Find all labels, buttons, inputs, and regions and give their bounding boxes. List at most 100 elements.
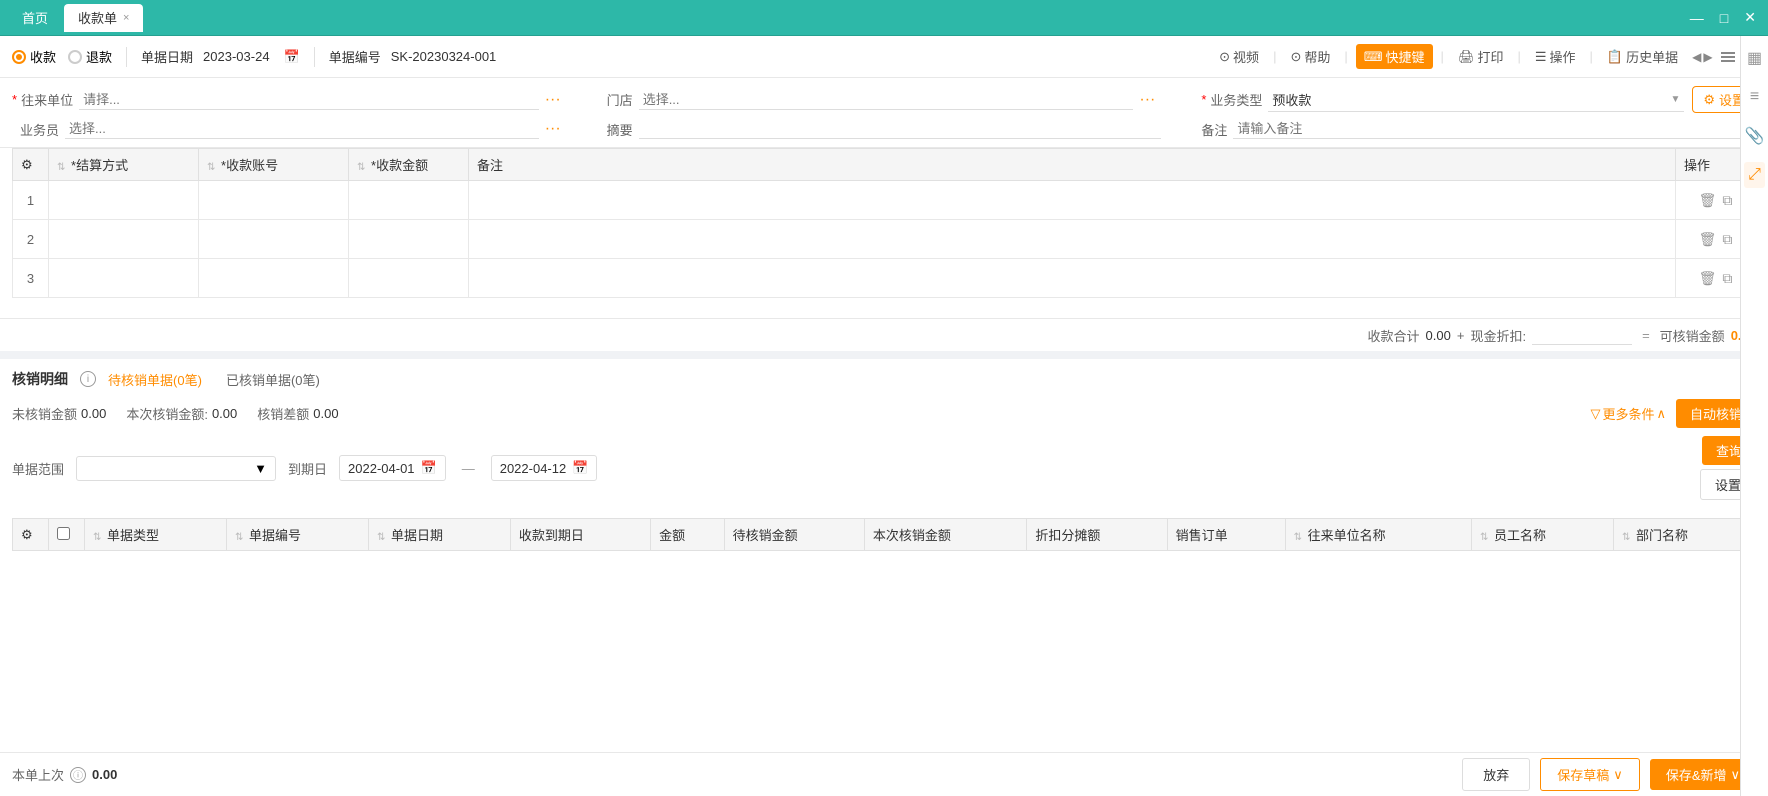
- close-button[interactable]: ✕: [1740, 9, 1760, 26]
- range-select[interactable]: ▼: [76, 456, 276, 481]
- stats-row: 未核销金额 0.00 本次核销金额: 0.00 核销差额 0.00 ▽ 更多条件…: [12, 399, 1756, 428]
- nav-prev[interactable]: ◀: [1692, 50, 1701, 64]
- footer: 本单上次 ⓘ 0.00 放弃 保存草稿 ∨ 保存&新增 ∨: [0, 752, 1768, 796]
- discount-input[interactable]: [1532, 325, 1632, 345]
- video-btn[interactable]: ⊙ 视频: [1213, 44, 1265, 69]
- footer-info-icon[interactable]: ⓘ: [70, 767, 86, 783]
- done-count: 0笔: [295, 373, 315, 388]
- print-btn[interactable]: 🖨 打印: [1452, 44, 1510, 69]
- toolbar-right: ⊙ 视频 | ⊙ 帮助 | ⌨ 快捷键 | 🖨 打印 | ☰ 操作: [1213, 44, 1756, 69]
- radio-receive-dot: [12, 50, 26, 64]
- history-btn[interactable]: 📋 历史单据: [1601, 44, 1684, 69]
- th-amount: 金额: [651, 519, 725, 551]
- toolbar: 收款 退款 单据日期 2023-03-24 📅 单据编号 SK-20230324…: [0, 36, 1768, 78]
- operation-btn[interactable]: ☰ 操作: [1529, 44, 1582, 69]
- maximize-button[interactable]: □: [1716, 10, 1732, 26]
- row-2-delete-icon[interactable]: 🗑: [1699, 231, 1717, 248]
- plus-sign: +: [1457, 328, 1465, 343]
- row-num-2: 2: [13, 220, 49, 259]
- save-draft-chevron: ∨: [1613, 767, 1623, 783]
- th-amount: ⇅ *收款金额: [349, 149, 469, 181]
- sort-partner-icon: ⇅: [1294, 532, 1302, 543]
- staff-input[interactable]: [65, 119, 539, 139]
- row-3-settle-input[interactable]: [49, 259, 198, 297]
- tab-home[interactable]: 首页: [8, 4, 62, 32]
- th-gear[interactable]: ⚙: [13, 149, 49, 181]
- radio-receive[interactable]: 收款: [12, 47, 56, 66]
- staff-more-btn[interactable]: ···: [539, 120, 567, 138]
- th-table-gear[interactable]: ⚙: [13, 519, 49, 551]
- tab-close-icon[interactable]: ×: [123, 12, 129, 24]
- row-1-delete-icon[interactable]: 🗑: [1699, 192, 1717, 209]
- pending-tab-link[interactable]: 待核销单据(0笔): [108, 370, 202, 389]
- sidebar-attach-icon[interactable]: 📎: [1741, 122, 1768, 150]
- store-input[interactable]: [639, 90, 1134, 110]
- diff-value: 0.00: [313, 406, 338, 421]
- summary-label: 摘要: [607, 120, 639, 139]
- row-3-account-input[interactable]: [199, 259, 348, 297]
- row-1-copy-icon[interactable]: ⧉: [1722, 192, 1732, 209]
- note-input[interactable]: [1233, 119, 1756, 139]
- history-label: 历史单据: [1626, 47, 1678, 66]
- row-2-copy-icon[interactable]: ⧉: [1722, 231, 1732, 248]
- save-new-label: 保存&新增: [1666, 765, 1727, 784]
- radio-refund-dot: [68, 50, 82, 64]
- row-3-amount: [349, 259, 469, 298]
- partner-field: * 往来单位 ···: [12, 90, 567, 110]
- row-3-copy-icon[interactable]: ⧉: [1722, 270, 1732, 287]
- row-2-account-input[interactable]: [199, 220, 348, 258]
- business-type-field: * 业务类型 预收款 ▼ ⚙ 设置: [1201, 86, 1756, 113]
- partner-more-btn[interactable]: ···: [539, 91, 567, 109]
- row-3-settle: [49, 259, 199, 298]
- shortcut-btn[interactable]: ⌨ 快捷键: [1356, 44, 1433, 69]
- sidebar-expand-icon[interactable]: ⤢: [1744, 162, 1765, 188]
- help-label: 帮助: [1304, 47, 1330, 66]
- chevron-down-icon: ▼: [1670, 94, 1680, 105]
- done-tab-link[interactable]: 已核销单据(0笔): [226, 370, 320, 389]
- number-label: 单据编号: [329, 47, 381, 66]
- date-to-field[interactable]: 2022-04-12 📅: [491, 455, 598, 481]
- help-btn[interactable]: ⊙ 帮助: [1284, 44, 1336, 69]
- sep4: |: [1517, 49, 1520, 64]
- row-3-note-input[interactable]: [469, 259, 1675, 297]
- row-2-settle-input[interactable]: [49, 220, 198, 258]
- row-1-settle-input[interactable]: [49, 181, 198, 219]
- row-3-delete-icon[interactable]: 🗑: [1699, 270, 1717, 287]
- save-draft-button[interactable]: 保存草稿 ∨: [1540, 758, 1640, 791]
- partner-input[interactable]: [79, 90, 539, 110]
- business-type-select[interactable]: 预收款 ▼: [1268, 88, 1684, 112]
- radio-refund[interactable]: 退款: [68, 47, 112, 66]
- summary-input[interactable]: [639, 119, 1162, 139]
- row-1-note: [469, 181, 1676, 220]
- date-from-field[interactable]: 2022-04-01 📅: [339, 455, 446, 481]
- row-1-amount-input[interactable]: [349, 181, 468, 219]
- tab-current[interactable]: 收款单 ×: [64, 4, 143, 32]
- row-1-account-input[interactable]: [199, 181, 348, 219]
- store-label: 门店: [607, 90, 639, 109]
- row-1-note-input[interactable]: [469, 181, 1675, 219]
- more-conditions-label: 更多条件: [1602, 404, 1654, 423]
- chevron-up-icon: ∧: [1656, 406, 1666, 422]
- nav-next[interactable]: ▶: [1703, 50, 1712, 64]
- table-section: ⚙ ⇅ *结算方式 ⇅ *收款账号 ⇅ *收款金额 备注: [0, 148, 1768, 318]
- select-all-checkbox[interactable]: [57, 527, 70, 540]
- abandon-button[interactable]: 放弃: [1462, 758, 1530, 791]
- row-2-note-input[interactable]: [469, 220, 1675, 258]
- calendar-from-icon: 📅: [421, 460, 437, 476]
- sort-date-icon: ⇅: [377, 532, 385, 543]
- sidebar-table-icon[interactable]: ▦: [1743, 44, 1766, 72]
- store-more-btn[interactable]: ···: [1133, 91, 1161, 109]
- sidebar-list-icon[interactable]: ≡: [1746, 84, 1763, 110]
- row-1-amount: [349, 181, 469, 220]
- th-order: 销售订单: [1167, 519, 1285, 551]
- minimize-button[interactable]: —: [1686, 10, 1708, 26]
- row-2-amount: [349, 220, 469, 259]
- reconcile-info-icon[interactable]: i: [80, 371, 96, 387]
- number-value: SK-20230324-001: [391, 49, 497, 64]
- row-num-3: 3: [13, 259, 49, 298]
- list-view-icon[interactable]: [1721, 52, 1735, 62]
- row-2-amount-input[interactable]: [349, 220, 468, 258]
- calendar-icon[interactable]: 📅: [284, 49, 300, 65]
- row-3-amount-input[interactable]: [349, 259, 468, 297]
- more-conditions-btn[interactable]: ▽ 更多条件 ∧: [1590, 404, 1666, 423]
